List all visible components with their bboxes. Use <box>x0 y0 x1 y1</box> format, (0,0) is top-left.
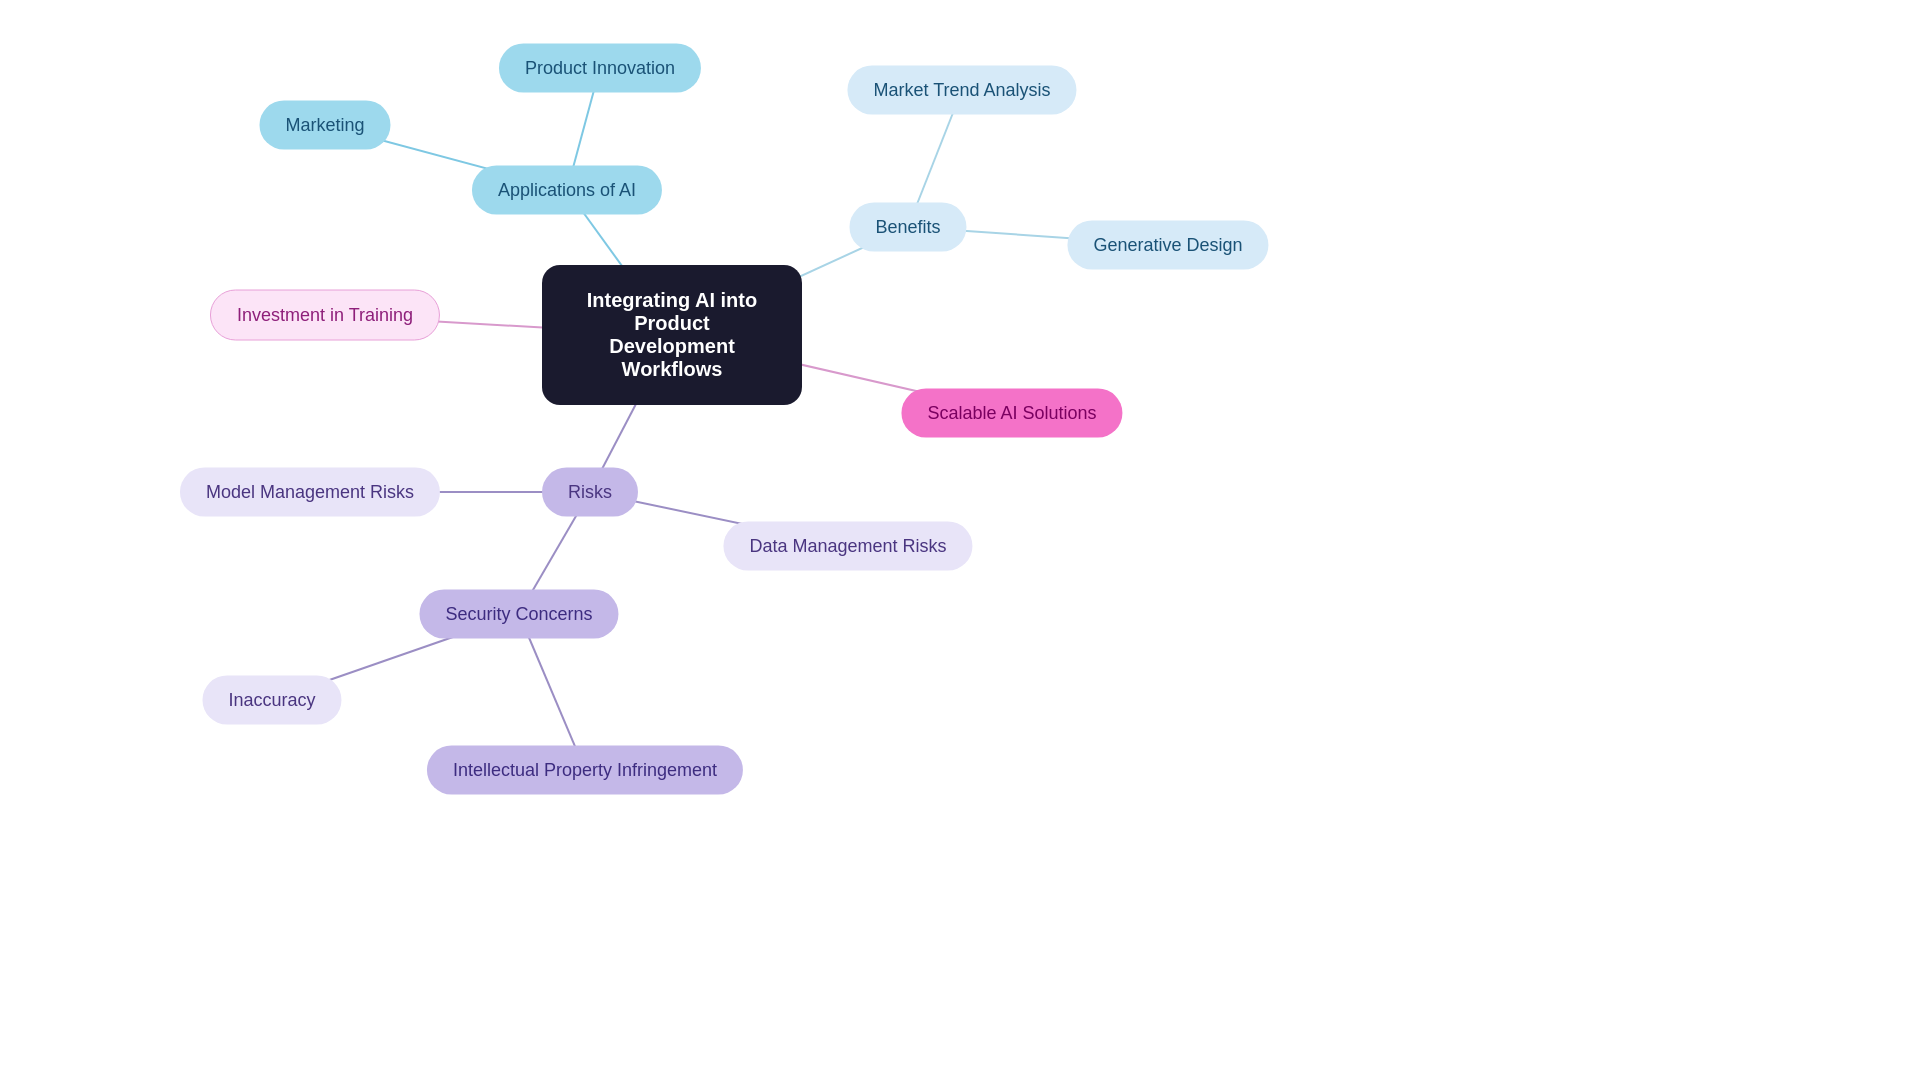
mind-map: Integrating AI into Product Development … <box>0 0 1920 1083</box>
node-scalable_ai_solutions[interactable]: Scalable AI Solutions <box>901 389 1122 438</box>
node-intellectual_property[interactable]: Intellectual Property Infringement <box>427 746 743 795</box>
node-product_innovation[interactable]: Product Innovation <box>499 44 701 93</box>
node-risks[interactable]: Risks <box>542 468 638 517</box>
node-benefits[interactable]: Benefits <box>849 203 966 252</box>
node-market_trend_analysis[interactable]: Market Trend Analysis <box>847 66 1076 115</box>
node-marketing[interactable]: Marketing <box>259 101 390 150</box>
node-investment_in_training[interactable]: Investment in Training <box>210 290 440 341</box>
node-security_concerns[interactable]: Security Concerns <box>419 590 618 639</box>
node-model_management_risks[interactable]: Model Management Risks <box>180 468 440 517</box>
node-data_management_risks[interactable]: Data Management Risks <box>723 522 972 571</box>
node-inaccuracy[interactable]: Inaccuracy <box>202 676 341 725</box>
node-generative_design[interactable]: Generative Design <box>1067 221 1268 270</box>
node-center[interactable]: Integrating AI into Product Development … <box>542 265 802 405</box>
node-applications_of_ai[interactable]: Applications of AI <box>472 166 662 215</box>
